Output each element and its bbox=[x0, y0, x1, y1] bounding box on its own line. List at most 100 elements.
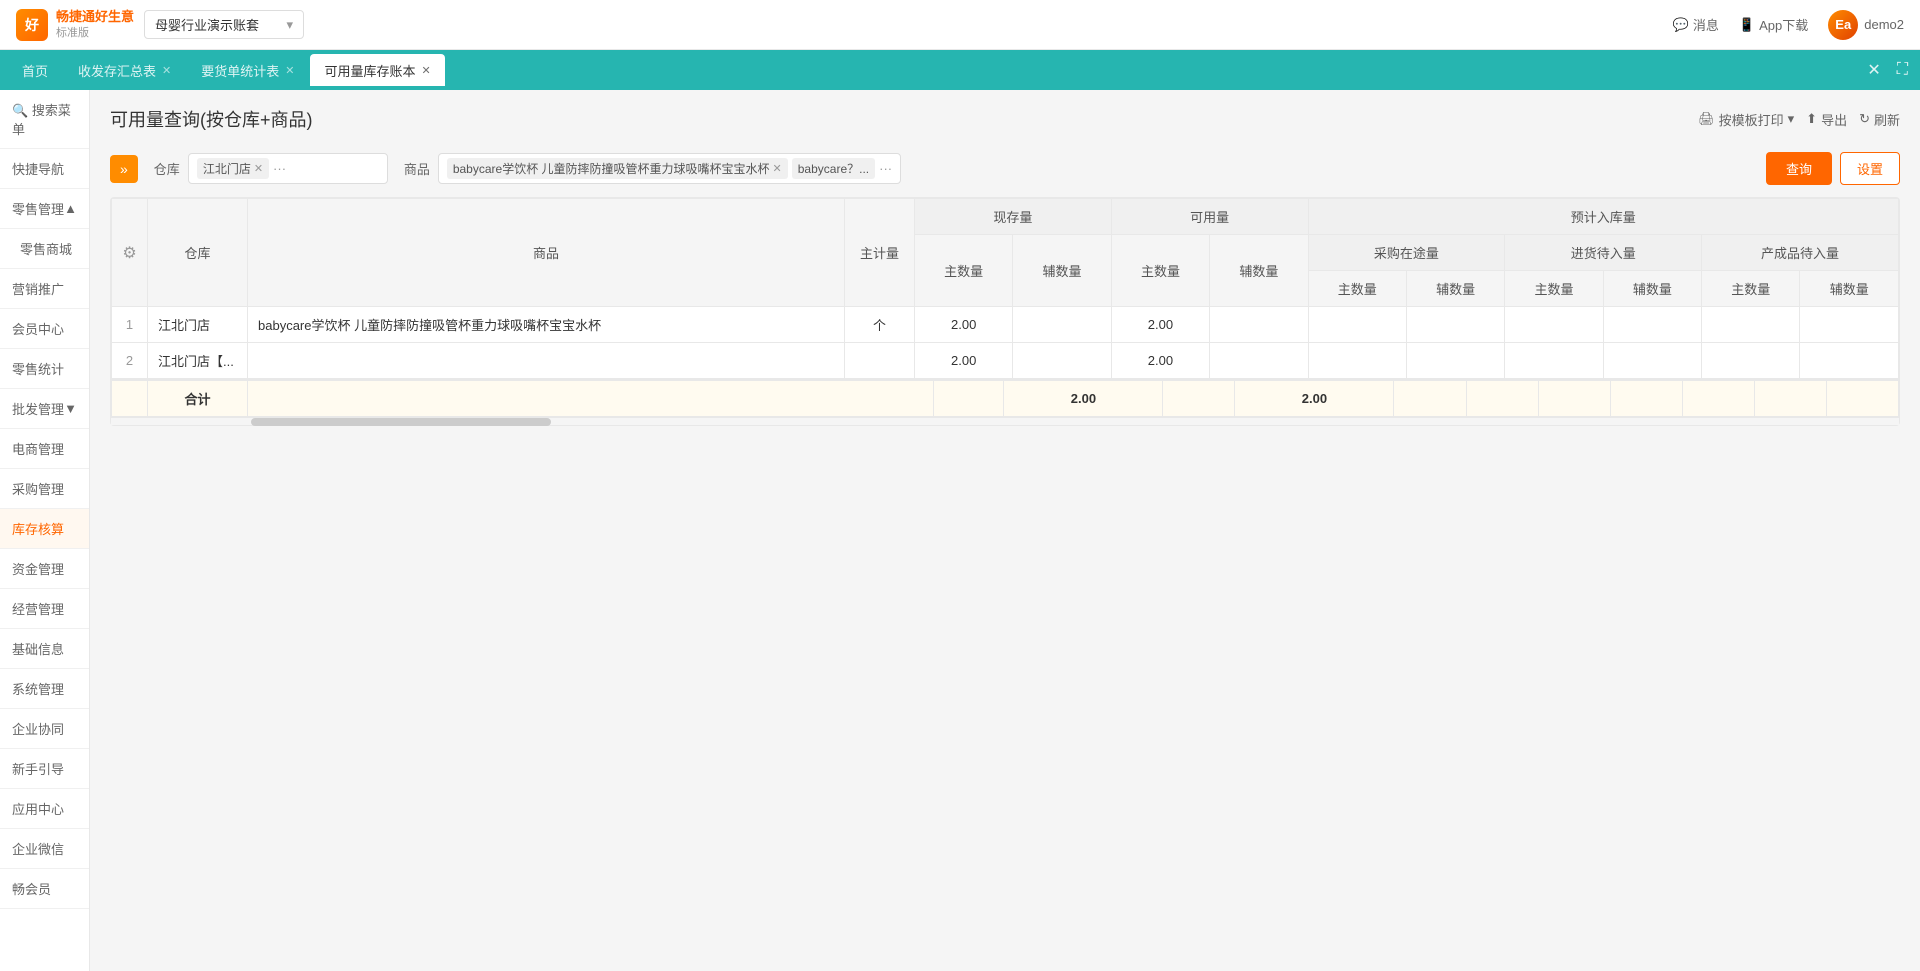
guide-label: 新手引导 bbox=[12, 759, 64, 778]
marketing-label: 营销推广 bbox=[12, 279, 64, 298]
app-icon: 📱 bbox=[1739, 17, 1755, 33]
filter-toggle-btn[interactable]: » bbox=[110, 155, 138, 183]
member-vip-label: 畅会员 bbox=[12, 879, 51, 898]
footer-produce-main bbox=[1754, 381, 1826, 417]
tab-actions: ✕ ⛶ bbox=[1863, 56, 1912, 84]
sidebar-item-app-center[interactable]: 应用中心 bbox=[0, 789, 89, 829]
refresh-btn[interactable]: ↻ 刷新 bbox=[1859, 110, 1900, 129]
footer-avail-main: 2.00 bbox=[1235, 381, 1394, 417]
message-btn[interactable]: 💬 消息 bbox=[1673, 15, 1719, 34]
user-area[interactable]: Ea demo2 bbox=[1828, 10, 1904, 40]
sidebar-item-member[interactable]: 会员中心 bbox=[0, 309, 89, 349]
settings-btn[interactable]: 设置 bbox=[1840, 152, 1900, 185]
maximize-btn[interactable]: ⛶ bbox=[1893, 57, 1912, 83]
row-avail-aux bbox=[1210, 307, 1308, 343]
avail-aux-header: 辅数量 bbox=[1210, 235, 1308, 307]
sidebar-item-purchase[interactable]: 采购管理 bbox=[0, 469, 89, 509]
row-stock-main: 2.00 bbox=[914, 343, 1012, 379]
warehouse-tag-text: 江北门店 bbox=[203, 160, 251, 177]
operations-label: 经营管理 bbox=[12, 599, 64, 618]
row-purchase-main bbox=[1308, 343, 1406, 379]
footer-incoming-aux bbox=[1682, 381, 1754, 417]
query-btn[interactable]: 查询 bbox=[1766, 152, 1832, 185]
sidebar-item-inventory[interactable]: 库存核算 bbox=[0, 509, 89, 549]
row-warehouse: 江北门店【... bbox=[148, 343, 248, 379]
page-header-actions: 🖨 按模板打印 ▾ ⬆ 导出 ↻ 刷新 bbox=[1698, 110, 1900, 129]
sidebar-item-finance[interactable]: 资金管理 bbox=[0, 549, 89, 589]
main-unit-col-header: 主计量 bbox=[844, 199, 914, 307]
sidebar-item-enterprise-wx[interactable]: 企业微信 bbox=[0, 829, 89, 869]
sidebar-item-marketing[interactable]: 营销推广 bbox=[0, 269, 89, 309]
tab-order-close[interactable]: ✕ bbox=[285, 64, 294, 77]
sidebar-item-retail-mgmt[interactable]: 零售管理 ▲ bbox=[0, 189, 89, 229]
export-btn[interactable]: ⬆ 导出 bbox=[1806, 110, 1847, 129]
message-icon: 💬 bbox=[1673, 17, 1689, 33]
sidebar-item-ecommerce[interactable]: 电商管理 bbox=[0, 429, 89, 469]
forecast-group-header: 预计入库量 bbox=[1308, 199, 1898, 235]
table-scroll-bar[interactable] bbox=[111, 417, 1899, 425]
row-produce-aux bbox=[1800, 343, 1899, 379]
tab-receive-close[interactable]: ✕ bbox=[162, 64, 171, 77]
page-header: 可用量查询(按仓库+商品) 🖨 按模板打印 ▾ ⬆ 导出 ↻ 刷新 bbox=[90, 90, 1920, 144]
stock-aux-header: 辅数量 bbox=[1013, 235, 1111, 307]
warehouse-input[interactable]: 江北门店 ✕ ··· bbox=[188, 153, 388, 184]
retail-store-label: 零售商城 bbox=[20, 239, 72, 258]
row-stock-main: 2.00 bbox=[914, 307, 1012, 343]
dropdown-icon: ▾ bbox=[286, 17, 293, 33]
produce-aux-header: 辅数量 bbox=[1800, 271, 1899, 307]
sidebar-item-basic-info[interactable]: 基础信息 bbox=[0, 629, 89, 669]
app-download-label: App下载 bbox=[1759, 15, 1808, 34]
purchase-label: 采购管理 bbox=[12, 479, 64, 498]
tab-available-stock[interactable]: 可用量库存账本 ✕ bbox=[310, 54, 444, 86]
sidebar-item-operations[interactable]: 经营管理 bbox=[0, 589, 89, 629]
warehouse-col-header: 仓库 bbox=[148, 199, 248, 307]
export-label: 导出 bbox=[1821, 110, 1847, 129]
tab-home[interactable]: 首页 bbox=[8, 54, 62, 86]
row-avail-aux bbox=[1210, 343, 1308, 379]
warehouse-tag-remove[interactable]: ✕ bbox=[254, 162, 263, 175]
avatar-initial: Ea bbox=[1835, 17, 1851, 32]
table-row: 2 江北门店【... 2.00 2.00 bbox=[112, 343, 1899, 379]
app-download-btn[interactable]: 📱 App下载 bbox=[1739, 15, 1808, 34]
row-num: 1 bbox=[112, 307, 148, 343]
tab-order-stats[interactable]: 要货单统计表 ✕ bbox=[187, 54, 308, 86]
footer-empty-1 bbox=[112, 381, 148, 417]
sidebar-item-guide[interactable]: 新手引导 bbox=[0, 749, 89, 789]
sidebar-item-quicknav[interactable]: 快捷导航 bbox=[0, 149, 89, 189]
tab-stock-close[interactable]: ✕ bbox=[422, 64, 431, 77]
row-stock-aux bbox=[1013, 307, 1111, 343]
row-avail-main: 2.00 bbox=[1111, 307, 1209, 343]
scroll-thumb[interactable] bbox=[251, 418, 551, 426]
settings-col-header[interactable]: ⚙ bbox=[112, 199, 148, 307]
product-tag-1-remove[interactable]: ✕ bbox=[773, 162, 782, 175]
product-tag-2: babycare？... bbox=[792, 158, 875, 179]
top-bar-left: 好 畅捷通好生意 标准版 母婴行业演示账套 ▾ bbox=[16, 9, 304, 41]
sidebar-item-retail-store[interactable]: 零售商城 bbox=[0, 229, 89, 269]
footer-empty-3 bbox=[934, 381, 1004, 417]
product-more-btn[interactable]: ··· bbox=[879, 161, 892, 176]
product-tag-1: babycare学饮杯 儿童防摔防撞吸管杯重力球吸嘴杯宝宝水杯 ✕ bbox=[447, 158, 788, 179]
warehouse-more-btn[interactable]: ··· bbox=[273, 161, 286, 176]
row-main-unit: 个 bbox=[844, 307, 914, 343]
settings-gear-icon: ⚙ bbox=[122, 245, 136, 262]
print-btn[interactable]: 🖨 按模板打印 ▾ bbox=[1698, 110, 1794, 129]
footer-purchase-aux bbox=[1538, 381, 1610, 417]
tab-stock-label: 可用量库存账本 bbox=[324, 61, 415, 80]
product-input[interactable]: babycare学饮杯 儿童防摔防撞吸管杯重力球吸嘴杯宝宝水杯 ✕ babyca… bbox=[438, 153, 901, 184]
sidebar-item-member-vip[interactable]: 畅会员 bbox=[0, 869, 89, 909]
table-row: 1 江北门店 babycare学饮杯 儿童防摔防撞吸管杯重力球吸嘴杯宝宝水杯 个… bbox=[112, 307, 1899, 343]
footer-produce-aux bbox=[1826, 381, 1898, 417]
sidebar-item-retail-stats[interactable]: 零售统计 bbox=[0, 349, 89, 389]
industry-selector[interactable]: 母婴行业演示账套 ▾ bbox=[144, 10, 304, 39]
tab-order-label: 要货单统计表 bbox=[201, 61, 279, 80]
data-table: ⚙ 仓库 商品 主计量 现存量 可用量 预计入库量 主数量 辅数量 主数量 辅数… bbox=[111, 198, 1899, 379]
sidebar-item-system[interactable]: 系统管理 bbox=[0, 669, 89, 709]
tab-receive-summary[interactable]: 收发存汇总表 ✕ bbox=[64, 54, 185, 86]
table-area: ⚙ 仓库 商品 主计量 现存量 可用量 预计入库量 主数量 辅数量 主数量 辅数… bbox=[110, 197, 1900, 426]
sidebar-item-enterprise[interactable]: 企业协同 bbox=[0, 709, 89, 749]
row-purchase-aux bbox=[1406, 343, 1504, 379]
sidebar-item-search[interactable]: 🔍 搜索菜单 bbox=[0, 90, 89, 149]
sidebar-item-wholesale[interactable]: 批发管理 ▼ bbox=[0, 389, 89, 429]
retail-mgmt-label: 零售管理 bbox=[12, 199, 64, 218]
close-all-tabs-btn[interactable]: ✕ bbox=[1863, 56, 1884, 84]
